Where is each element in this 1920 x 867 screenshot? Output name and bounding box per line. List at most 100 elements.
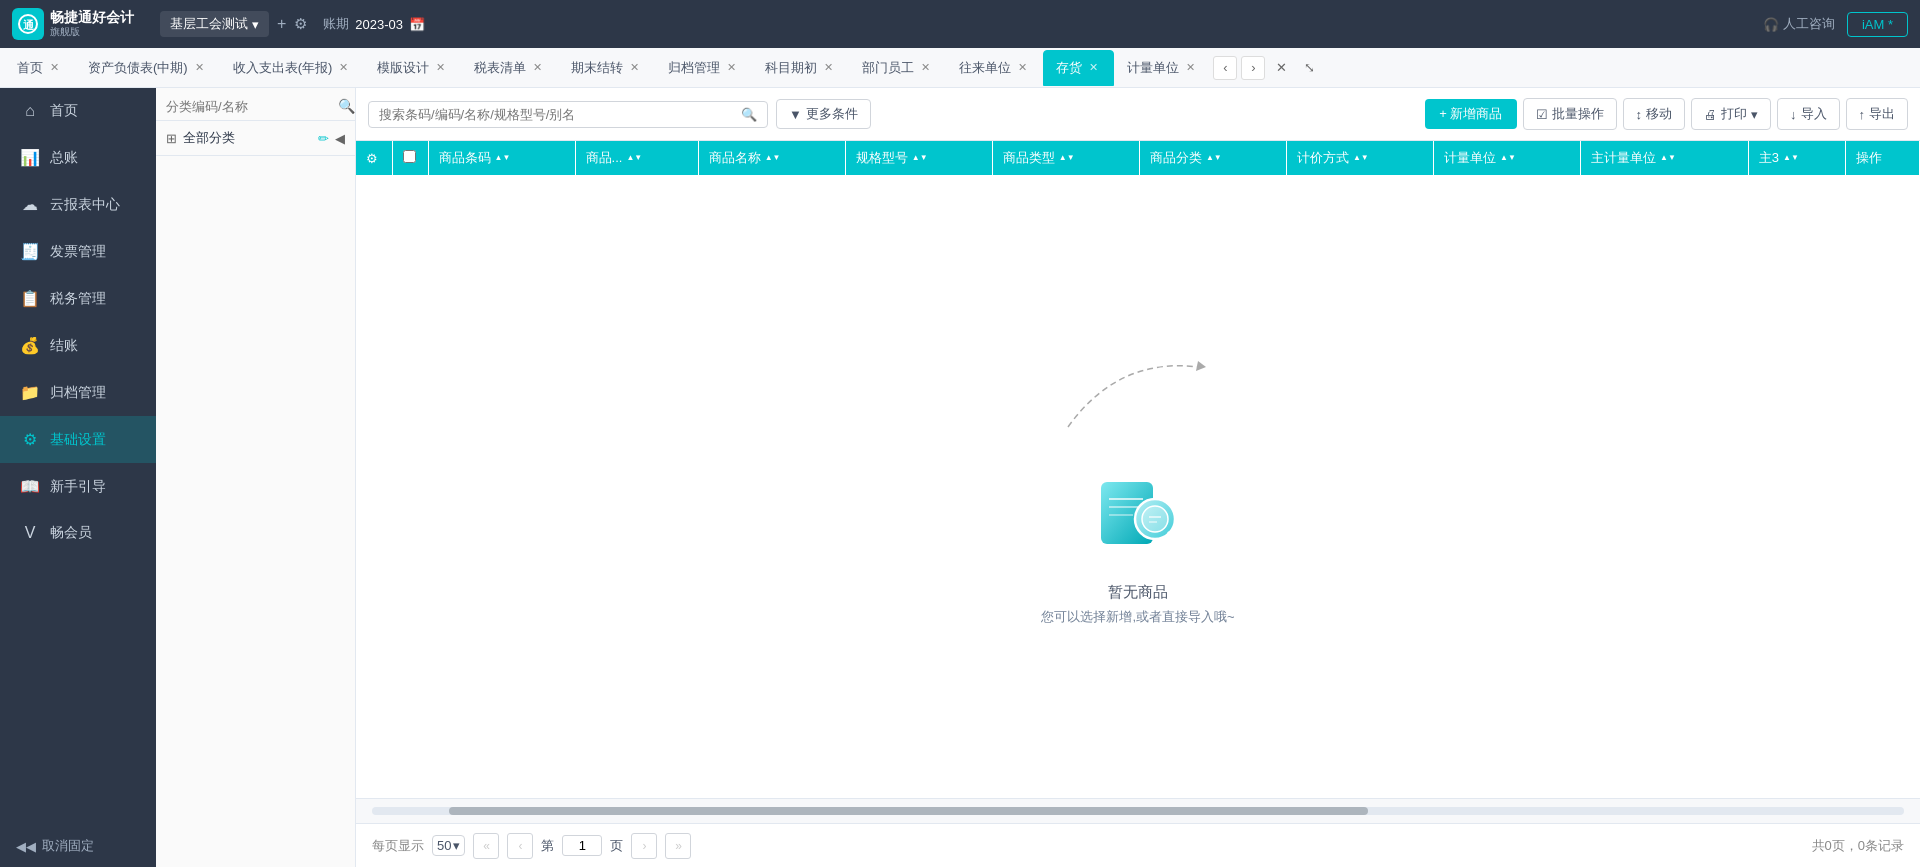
tab-balance-sheet-close[interactable]: ✕ — [192, 60, 207, 75]
th-type: 商品类型 ▲▼ — [992, 141, 1139, 175]
company-selector[interactable]: 基层工会测试 ▾ — [160, 11, 269, 37]
tab-subject-close[interactable]: ✕ — [821, 60, 836, 75]
filter-button[interactable]: ▼ 更多条件 — [776, 99, 871, 129]
page-size-select[interactable]: 50 ▾ — [432, 835, 465, 856]
sidebar-item-home[interactable]: ⌂ 首页 — [0, 88, 156, 134]
account-button[interactable]: iAM * — [1847, 12, 1908, 37]
sidebar-collapse-button[interactable]: ◀◀ 取消固定 — [0, 825, 156, 867]
sidebar-item-cloud-report[interactable]: ☁ 云报表中心 — [0, 181, 156, 228]
sidebar-item-archive[interactable]: 📁 归档管理 — [0, 369, 156, 416]
main-layout: ⌂ 首页 📊 总账 ☁ 云报表中心 🧾 发票管理 📋 税务管理 💰 结账 📁 归… — [0, 88, 1920, 867]
export-button[interactable]: ↑ 导出 — [1846, 98, 1909, 130]
tab-income[interactable]: 收入支出表(年报) ✕ — [220, 50, 365, 86]
category-search-box: 🔍 — [156, 88, 355, 121]
category-search-icon[interactable]: 🔍 — [338, 98, 355, 114]
tab-unit-close[interactable]: ✕ — [1183, 60, 1198, 75]
tab-subject[interactable]: 科目期初 ✕ — [752, 50, 849, 86]
tab-home-close[interactable]: ✕ — [47, 60, 62, 75]
sidebar-item-invoice[interactable]: 🧾 发票管理 — [0, 228, 156, 275]
tab-archive[interactable]: 归档管理 ✕ — [655, 50, 752, 86]
th-unit-sort[interactable]: ▲▼ — [1500, 154, 1516, 162]
content-area: 🔍 ⊞ 全部分类 ✏ ◀ 🔍 ▼ — [156, 88, 1920, 867]
th-spec-sort[interactable]: ▲▼ — [912, 154, 928, 162]
select-all-checkbox[interactable] — [403, 150, 416, 163]
th-main-unit-sort[interactable]: ▲▼ — [1660, 154, 1676, 162]
move-button[interactable]: ↕ 移动 — [1623, 98, 1686, 130]
th-type-sort[interactable]: ▲▼ — [1059, 154, 1075, 162]
th-settings[interactable]: ⚙ — [356, 141, 392, 175]
tab-template-label: 模版设计 — [377, 59, 429, 77]
next-page-button[interactable]: › — [631, 833, 657, 859]
th-name-sort[interactable]: ▲▼ — [765, 154, 781, 162]
prev-page-button[interactable]: ‹ — [507, 833, 533, 859]
tab-income-close[interactable]: ✕ — [336, 60, 351, 75]
page-input[interactable] — [562, 835, 602, 856]
first-page-button[interactable]: « — [473, 833, 499, 859]
tab-expand-button[interactable]: ⤡ — [1297, 56, 1321, 80]
tab-inventory[interactable]: 存货 ✕ — [1043, 50, 1114, 86]
tab-inventory-close[interactable]: ✕ — [1086, 60, 1101, 75]
tab-tax-list-close[interactable]: ✕ — [530, 60, 545, 75]
tab-template[interactable]: 模版设计 ✕ — [364, 50, 461, 86]
category-collapse-icon[interactable]: ◀ — [335, 131, 345, 146]
help-button[interactable]: 🎧 人工咨询 — [1763, 15, 1835, 33]
sidebar-item-member[interactable]: V 畅会员 — [0, 510, 156, 556]
tab-period-close[interactable]: 期末结转 ✕ — [558, 50, 655, 86]
category-search-input[interactable] — [166, 99, 334, 114]
add-tab-icon[interactable]: + — [277, 15, 286, 33]
sidebar-item-guide[interactable]: 📖 新手引导 — [0, 463, 156, 510]
last-page-button[interactable]: » — [665, 833, 691, 859]
sidebar-item-archive-label: 归档管理 — [50, 384, 106, 402]
th-barcode-sort[interactable]: ▲▼ — [495, 154, 511, 162]
product-search-icon[interactable]: 🔍 — [741, 107, 757, 122]
th-price-method-label: 计价方式 — [1297, 149, 1349, 167]
tab-dept-close[interactable]: ✕ — [918, 60, 933, 75]
tab-archive-close[interactable]: ✕ — [724, 60, 739, 75]
tab-contacts-close[interactable]: ✕ — [1015, 60, 1030, 75]
tab-dept[interactable]: 部门员工 ✕ — [849, 50, 946, 86]
th-code-sort[interactable]: ▲▼ — [626, 154, 642, 162]
batch-icon: ☑ — [1536, 107, 1548, 122]
th-col3-label: 主3 — [1759, 149, 1779, 167]
tab-prev-button[interactable]: ‹ — [1213, 56, 1237, 80]
batch-button[interactable]: ☑ 批量操作 — [1523, 98, 1617, 130]
sidebar-item-close-period[interactable]: 💰 结账 — [0, 322, 156, 369]
calendar-icon[interactable]: 📅 — [409, 17, 425, 32]
sidebar-item-settings[interactable]: ⚙ 基础设置 — [0, 416, 156, 463]
tab-period-close-close[interactable]: ✕ — [627, 60, 642, 75]
th-col3-sort[interactable]: ▲▼ — [1783, 154, 1799, 162]
tab-unit[interactable]: 计量单位 ✕ — [1114, 50, 1211, 86]
settings-icon[interactable]: ⚙ — [294, 15, 307, 33]
empty-arrow-decoration — [1038, 347, 1238, 447]
tab-income-label: 收入支出表(年报) — [233, 59, 333, 77]
category-edit-icon[interactable]: ✏ — [318, 131, 329, 146]
th-name-label: 商品名称 — [709, 149, 761, 167]
tab-next-button[interactable]: › — [1241, 56, 1265, 80]
filter-icon: ▼ — [789, 107, 802, 122]
tab-contacts[interactable]: 往来单位 ✕ — [946, 50, 1043, 86]
tab-template-close[interactable]: ✕ — [433, 60, 448, 75]
th-price-method-sort[interactable]: ▲▼ — [1353, 154, 1369, 162]
th-spec-label: 规格型号 — [856, 149, 908, 167]
tax-icon: 📋 — [20, 289, 40, 308]
print-button[interactable]: 🖨 打印 ▾ — [1691, 98, 1771, 130]
tab-tax-list[interactable]: 税表清单 ✕ — [461, 50, 558, 86]
import-label: 导入 — [1801, 105, 1827, 123]
sidebar-item-close-period-label: 结账 — [50, 337, 78, 355]
move-icon: ↕ — [1636, 107, 1643, 122]
product-search-input[interactable] — [379, 107, 737, 122]
sidebar-item-ledger[interactable]: 📊 总账 — [0, 134, 156, 181]
tab-home[interactable]: 首页 ✕ — [4, 50, 75, 86]
home-icon: ⌂ — [20, 102, 40, 120]
import-button[interactable]: ↓ 导入 — [1777, 98, 1840, 130]
add-product-button[interactable]: + 新增商品 — [1425, 99, 1516, 129]
sidebar-item-home-label: 首页 — [50, 102, 78, 120]
horizontal-scrollbar[interactable] — [356, 798, 1920, 823]
th-category-sort[interactable]: ▲▼ — [1206, 154, 1222, 162]
headset-icon: 🎧 — [1763, 17, 1779, 32]
th-checkbox[interactable] — [392, 141, 428, 175]
sidebar-item-tax[interactable]: 📋 税务管理 — [0, 275, 156, 322]
tab-balance-sheet[interactable]: 资产负债表(中期) ✕ — [75, 50, 220, 86]
tab-close-all-button[interactable]: ✕ — [1269, 56, 1293, 80]
table-scroll-container[interactable]: ⚙ 商品条码 ▲▼ — [356, 141, 1920, 798]
